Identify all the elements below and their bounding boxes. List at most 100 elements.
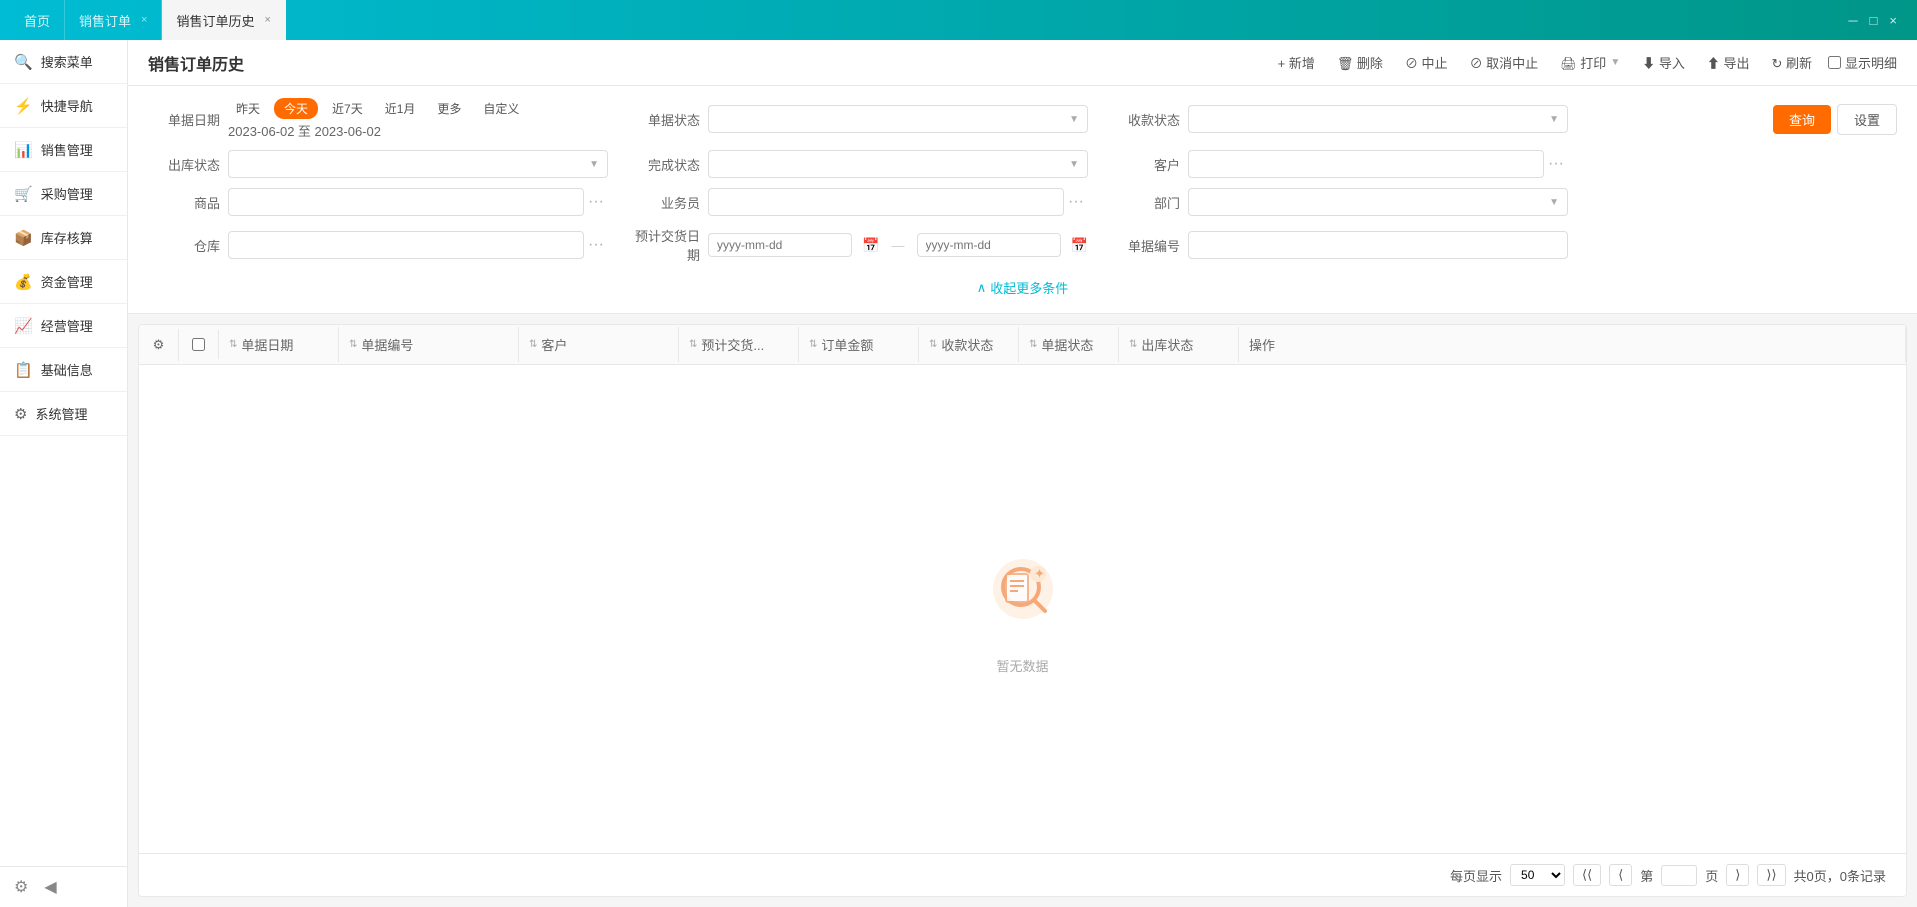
order-status-filter: ▼ xyxy=(708,105,1088,133)
display-detail-input[interactable] xyxy=(1828,56,1841,69)
table-out-status-col[interactable]: ⇅ 出库状态 xyxy=(1119,327,1239,362)
date-7days[interactable]: 近7天 xyxy=(324,98,371,119)
print-button[interactable]: 🖨 打印 ▼ xyxy=(1554,50,1626,75)
collapse-sidebar-icon[interactable]: ◀ xyxy=(44,877,56,897)
search-menu-icon: 🔍 xyxy=(14,53,33,71)
refresh-button[interactable]: ↻ 刷新 xyxy=(1765,50,1818,75)
delivery-from-input[interactable] xyxy=(708,233,852,257)
window-minimize[interactable]: ─ xyxy=(1848,13,1857,28)
display-detail-checkbox[interactable]: 显示明细 xyxy=(1828,53,1897,72)
tab-sales-history[interactable]: 销售订单历史 × xyxy=(162,0,285,40)
page-last-btn[interactable]: ⟩⟩ xyxy=(1757,864,1785,886)
page-next-btn[interactable]: ⟩ xyxy=(1726,864,1749,886)
close-tab-sales-order[interactable]: × xyxy=(141,14,147,26)
sidebar-item-basic-info[interactable]: 📋 基础信息 xyxy=(0,348,127,392)
sidebar-item-sales-mgmt[interactable]: 📊 销售管理 xyxy=(0,128,127,172)
order-no-input[interactable] xyxy=(1188,231,1568,259)
customer-select[interactable] xyxy=(1188,150,1544,178)
sort-order-status-icon: ⇅ xyxy=(1029,339,1037,350)
payment-status-arrow-icon: ▼ xyxy=(1549,114,1559,125)
table-select-all[interactable] xyxy=(192,338,205,351)
inventory-icon: 📦 xyxy=(14,229,33,247)
delivery-to-input[interactable] xyxy=(917,233,1061,257)
date-1month[interactable]: 近1月 xyxy=(377,98,424,119)
total-pages-text: 共0页，0条记录 xyxy=(1794,866,1886,885)
customer-dots-icon[interactable]: ··· xyxy=(1544,155,1568,173)
table-date-col[interactable]: ⇅ 单据日期 xyxy=(219,327,339,362)
export-button[interactable]: ⬆ 导出 xyxy=(1701,50,1756,75)
collapse-button[interactable]: ∧ 收起更多条件 xyxy=(148,274,1897,301)
sidebar-item-search-menu[interactable]: 🔍 搜索菜单 xyxy=(0,40,127,84)
settings-bottom-icon[interactable]: ⚙ xyxy=(14,877,28,897)
product-select[interactable] xyxy=(228,188,584,216)
cancel-stop-button[interactable]: ⊘ 取消中止 xyxy=(1464,50,1545,75)
date-separator: — xyxy=(892,238,905,253)
import-button[interactable]: ⬇ 导入 xyxy=(1636,50,1691,75)
table-operation-col: 操作 xyxy=(1239,327,1906,362)
sidebar-item-purchase-mgmt[interactable]: 🛒 采购管理 xyxy=(0,172,127,216)
order-status-select[interactable]: ▼ xyxy=(708,105,1088,133)
basic-info-icon: 📋 xyxy=(14,361,33,379)
delete-button[interactable]: 🗑 删除 xyxy=(1331,50,1389,75)
table-delivery-col[interactable]: ⇅ 预计交货... xyxy=(679,327,799,362)
product-dots-icon[interactable]: ··· xyxy=(584,193,608,211)
quick-nav-icon: ⚡ xyxy=(14,97,33,115)
sidebar-item-finance[interactable]: 💰 资金管理 xyxy=(0,260,127,304)
tab-sales-order[interactable]: 销售订单 × xyxy=(65,0,162,40)
sidebar-item-operation[interactable]: 📈 经营管理 xyxy=(0,304,127,348)
sort-delivery-icon: ⇅ xyxy=(689,339,697,350)
table-amount-col[interactable]: ⇅ 订单金额 xyxy=(799,327,919,362)
table-pay-status-col[interactable]: ⇅ 收款状态 xyxy=(919,327,1019,362)
order-status-label: 单据状态 xyxy=(628,110,708,129)
date-today[interactable]: 今天 xyxy=(274,98,318,119)
delivery-from-cal-icon[interactable]: 📅 xyxy=(862,237,879,254)
close-tab-sales-history[interactable]: × xyxy=(264,14,270,26)
operation-icon: 📈 xyxy=(14,317,33,335)
table-order-status-col[interactable]: ⇅ 单据状态 xyxy=(1019,327,1119,362)
sort-number-icon: ⇅ xyxy=(349,339,357,350)
date-more[interactable]: 更多 xyxy=(429,98,469,119)
warehouse-dots-icon[interactable]: ··· xyxy=(584,236,608,254)
order-status-arrow-icon: ▼ xyxy=(1069,114,1079,125)
stop-button[interactable]: ⊘ 中止 xyxy=(1399,50,1454,75)
sidebar-item-quick-nav[interactable]: ⚡ 快捷导航 xyxy=(0,84,127,128)
page-prev-btn[interactable]: ⟨ xyxy=(1609,864,1632,886)
settings-button[interactable]: 设置 xyxy=(1837,104,1897,135)
complete-status-filter: ▼ xyxy=(708,150,1088,178)
department-label: 部门 xyxy=(1108,193,1188,212)
page-number-input[interactable]: 1 xyxy=(1661,865,1697,886)
sidebar-item-inventory[interactable]: 📦 库存核算 xyxy=(0,216,127,260)
collapse-up-icon: ∧ xyxy=(977,280,987,296)
per-page-select[interactable]: 50 10 20 100 xyxy=(1510,864,1565,886)
query-button[interactable]: 查询 xyxy=(1773,105,1831,134)
sort-out-status-icon: ⇅ xyxy=(1129,339,1137,350)
page-first-btn[interactable]: ⟨⟨ xyxy=(1573,864,1601,886)
table-customer-col[interactable]: ⇅ 客户 xyxy=(519,327,679,362)
new-button[interactable]: + 新增 xyxy=(1272,50,1321,75)
tab-home[interactable]: 首页 xyxy=(10,0,65,40)
complete-status-arrow-icon: ▼ xyxy=(1069,159,1079,170)
payment-status-select[interactable]: ▼ xyxy=(1188,105,1568,133)
date-custom[interactable]: 自定义 xyxy=(475,98,527,119)
toolbar: + 新增 🗑 删除 ⊘ 中止 ⊘ 取消中止 🖨 打印 ▼ ⬇ 导入 xyxy=(1272,50,1897,75)
window-close[interactable]: × xyxy=(1889,13,1897,28)
window-maximize[interactable]: □ xyxy=(1870,13,1878,28)
date-yesterday[interactable]: 昨天 xyxy=(228,98,268,119)
filter-row-3: 商品 ··· 业务员 ··· 部门 xyxy=(148,188,1897,216)
sidebar-item-system[interactable]: ⚙ 系统管理 xyxy=(0,392,127,436)
complete-status-select[interactable]: ▼ xyxy=(708,150,1088,178)
salesperson-select[interactable] xyxy=(708,188,1064,216)
empty-state-icon: ✦ xyxy=(973,544,1073,644)
department-filter: ▼ xyxy=(1188,188,1568,216)
warehouse-select[interactable] xyxy=(228,231,584,259)
table-checkbox-col[interactable] xyxy=(179,330,219,359)
table-settings-col[interactable]: ⚙ xyxy=(139,329,179,361)
out-status-filter: ▼ xyxy=(228,150,608,178)
table-settings-icon[interactable]: ⚙ xyxy=(153,337,165,353)
out-status-select[interactable]: ▼ xyxy=(228,150,608,178)
salesperson-dots-icon[interactable]: ··· xyxy=(1064,193,1088,211)
out-status-arrow-icon: ▼ xyxy=(589,159,599,170)
delivery-to-cal-icon[interactable]: 📅 xyxy=(1071,237,1088,254)
table-number-col[interactable]: ⇅ 单据编号 xyxy=(339,327,519,362)
department-select[interactable]: ▼ xyxy=(1188,188,1568,216)
